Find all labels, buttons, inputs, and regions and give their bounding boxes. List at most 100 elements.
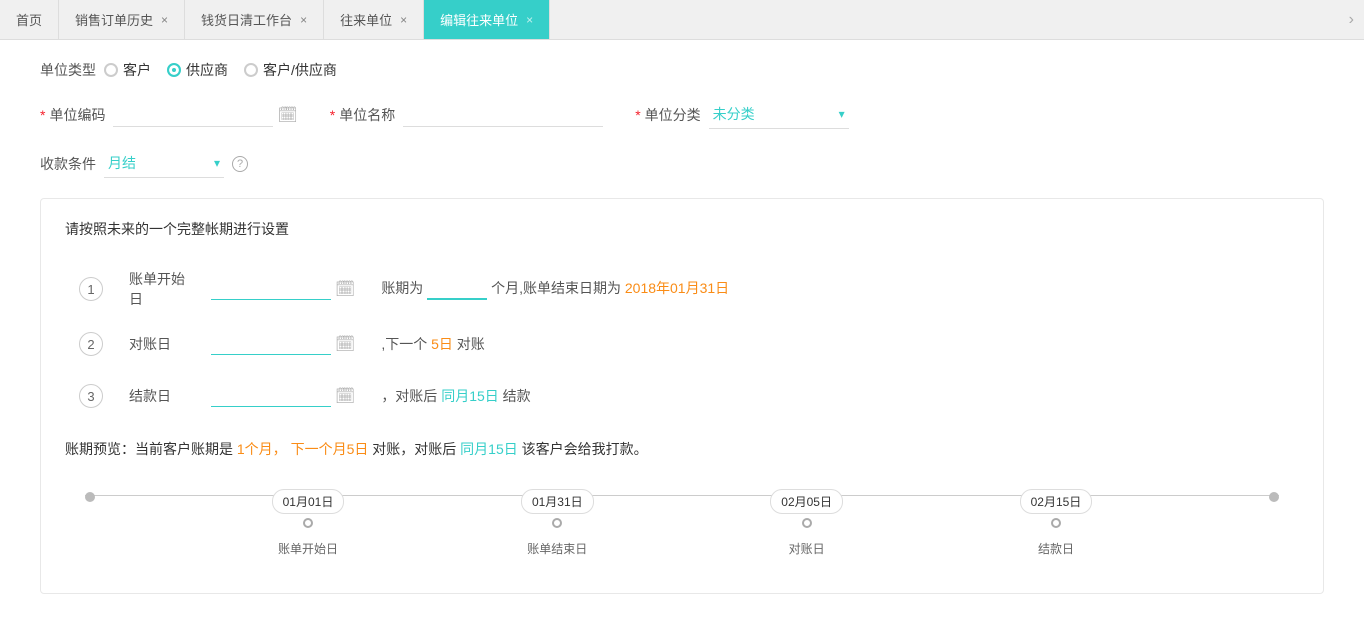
timeline-jan31-sub: 账单结束日 <box>527 540 587 557</box>
step-1-desc-suffix: 个月,账单结束日期为 <box>491 280 621 296</box>
tab-cash-work-close[interactable]: × <box>300 13 307 27</box>
preview-part5: 该客户会给我打款。 <box>522 441 648 457</box>
timeline: 01月01日 账单开始日 01月31日 账单结束日 02月05日 <box>85 479 1279 557</box>
preview-section: 账期预览：当前客户账期是 1个月， 下一个月5日 对账，对账后 同月15日 该客… <box>65 423 1299 573</box>
timeline-jan31-dot <box>552 518 562 528</box>
step-3-name: 结款日 <box>129 388 171 404</box>
preview-label: 账期预览：当前客户账期是 <box>65 441 233 457</box>
timeline-feb05-label: 02月05日 <box>770 489 843 514</box>
step-3-row: 3 结款日 2018-02-15 🗓 ，对账后 同月15日 <box>67 371 1297 421</box>
tab-home-label: 首页 <box>16 10 42 29</box>
unit-category-value: 未分类 <box>713 104 831 124</box>
step-1-row: 1 账单开始日 2018-01-01 🗓 账期为 1 个月,账 <box>67 261 1297 317</box>
unit-type-row: 单位类型 客户 供应商 客户/供应商 <box>40 60 1324 80</box>
step-2-desc-suffix: 对账 <box>457 336 485 352</box>
unit-info-row: * 单位编码 000001 🗓 * 单位名称 河南供应商22 * 单位分类 未分… <box>40 100 1324 129</box>
tab-sales-history-close[interactable]: × <box>161 13 168 27</box>
unit-name-star: * <box>330 107 335 123</box>
step-2-calendar-icon[interactable]: 🗓 <box>335 334 355 354</box>
tab-partner-units-close[interactable]: × <box>400 13 407 27</box>
tab-more-button[interactable]: › <box>1339 0 1364 39</box>
radio-both-label: 客户/供应商 <box>263 60 337 80</box>
timeline-feb05-sub: 对账日 <box>789 540 825 557</box>
step-3-date-wrapper: 2018-02-15 🗓 <box>211 386 355 407</box>
tab-partner-units[interactable]: 往来单位 × <box>324 0 424 39</box>
payment-term-row: 收款条件 月结 ▾ ? <box>40 149 1324 178</box>
radio-supplier-label: 供应商 <box>186 60 228 80</box>
radio-customer-label: 客户 <box>123 60 151 80</box>
tab-sales-history[interactable]: 销售订单历史 × <box>59 0 185 39</box>
section-instruction: 请按照未来的一个完整帐期进行设置 <box>65 219 1299 239</box>
calendar-icon[interactable]: 🗓 <box>277 105 297 125</box>
payment-term-label: 收款条件 <box>40 154 96 174</box>
timeline-feb15-node: 02月15日 结款日 <box>1020 489 1093 557</box>
timeline-jan01-dot <box>303 518 313 528</box>
unit-name-label: 单位名称 <box>339 105 395 125</box>
step-2-row: 2 对账日 2018-02-05 🗓 ,下一个 5日 对账 <box>67 319 1297 369</box>
timeline-feb15-label: 02月15日 <box>1020 489 1093 514</box>
timeline-jan31-node: 01月31日 账单结束日 <box>521 489 594 557</box>
step-1-period-input[interactable]: 1 <box>427 278 487 300</box>
step-2-num: 2 <box>79 332 103 356</box>
tab-edit-partner[interactable]: 编辑往来单位 × <box>424 0 550 39</box>
unit-code-input[interactable]: 000001 <box>113 102 273 127</box>
timeline-feb15-dot <box>1051 518 1061 528</box>
unit-category-label: 单位分类 <box>645 105 701 125</box>
tab-bar: 首页 销售订单历史 × 钱货日清工作台 × 往来单位 × 编辑往来单位 × › <box>0 0 1364 40</box>
step-2-date-input[interactable]: 2018-02-05 <box>211 334 331 355</box>
step-1-date-input[interactable]: 2018-01-01 <box>211 279 331 300</box>
step-1-num: 1 <box>79 277 103 301</box>
tab-cash-work[interactable]: 钱货日清工作台 × <box>185 0 324 39</box>
unit-code-input-wrapper: 000001 🗓 <box>113 102 297 127</box>
step-1-end-date: 2018年01月31日 <box>625 280 729 296</box>
tab-home[interactable]: 首页 <box>0 0 59 39</box>
timeline-jan01-label: 01月01日 <box>272 489 345 514</box>
unit-name-group: * 单位名称 河南供应商22 <box>330 102 603 127</box>
step-3-highlight: 同月15日 <box>441 388 499 404</box>
unit-name-input[interactable]: 河南供应商22 <box>403 102 603 127</box>
radio-group-unit-type: 客户 供应商 客户/供应商 <box>104 60 337 80</box>
tab-sales-history-label: 销售订单历史 <box>75 10 153 29</box>
payment-term-select[interactable]: 月结 ▾ <box>104 149 224 178</box>
unit-category-arrow: ▾ <box>839 107 845 121</box>
step-1-name: 账单开始日 <box>129 271 185 307</box>
tab-cash-work-label: 钱货日清工作台 <box>201 10 292 29</box>
radio-supplier[interactable]: 供应商 <box>167 60 228 80</box>
radio-customer-circle <box>104 63 118 77</box>
step-2-highlight: 5日 <box>431 336 453 352</box>
timeline-feb05-node: 02月05日 对账日 <box>770 489 843 557</box>
step-3-date-input[interactable]: 2018-02-15 <box>211 386 331 407</box>
unit-code-group: * 单位编码 000001 🗓 <box>40 102 298 127</box>
tab-edit-partner-close[interactable]: × <box>526 13 533 27</box>
timeline-jan31-label: 01月31日 <box>521 489 594 514</box>
preview-text: 账期预览：当前客户账期是 1个月， 下一个月5日 对账，对账后 同月15日 该客… <box>65 439 1299 459</box>
timeline-end-node <box>1269 489 1279 510</box>
radio-both[interactable]: 客户/供应商 <box>244 60 337 80</box>
step-3-desc-prefix: ，对账后 <box>381 388 437 404</box>
step-3-calendar-icon[interactable]: 🗓 <box>335 386 355 406</box>
tab-edit-partner-label: 编辑往来单位 <box>440 10 518 29</box>
timeline-feb05-dot <box>802 518 812 528</box>
unit-type-label: 单位类型 <box>40 60 96 80</box>
timeline-start-dot <box>85 492 95 502</box>
timeline-end-dot <box>1269 492 1279 502</box>
steps-table: 1 账单开始日 2018-01-01 🗓 账期为 1 个月,账 <box>65 259 1299 423</box>
preview-part1: 1个月， <box>237 441 287 457</box>
unit-category-group: * 单位分类 未分类 ▾ <box>635 100 848 129</box>
timeline-start-node <box>85 489 95 510</box>
unit-category-star: * <box>635 107 640 123</box>
payment-term-arrow: ▾ <box>214 156 220 170</box>
step-1-desc-prefix: 账期为 <box>381 280 423 296</box>
preview-part4: 同月15日 <box>460 441 518 457</box>
timeline-jan01-node: 01月01日 账单开始日 <box>272 489 345 557</box>
help-icon[interactable]: ? <box>232 156 248 172</box>
main-content: 单位类型 客户 供应商 客户/供应商 * 单位编码 000001 🗓 <box>0 40 1364 630</box>
radio-both-circle <box>244 63 258 77</box>
step-2-desc-prefix: ,下一个 <box>381 336 427 352</box>
unit-category-select[interactable]: 未分类 ▾ <box>709 100 849 129</box>
period-settings-section: 请按照未来的一个完整帐期进行设置 1 账单开始日 2018-01-01 🗓 <box>40 198 1324 594</box>
timeline-feb15-sub: 结款日 <box>1038 540 1074 557</box>
preview-part3: 对账，对账后 <box>372 441 456 457</box>
radio-customer[interactable]: 客户 <box>104 60 151 80</box>
step-1-calendar-icon[interactable]: 🗓 <box>335 279 355 299</box>
